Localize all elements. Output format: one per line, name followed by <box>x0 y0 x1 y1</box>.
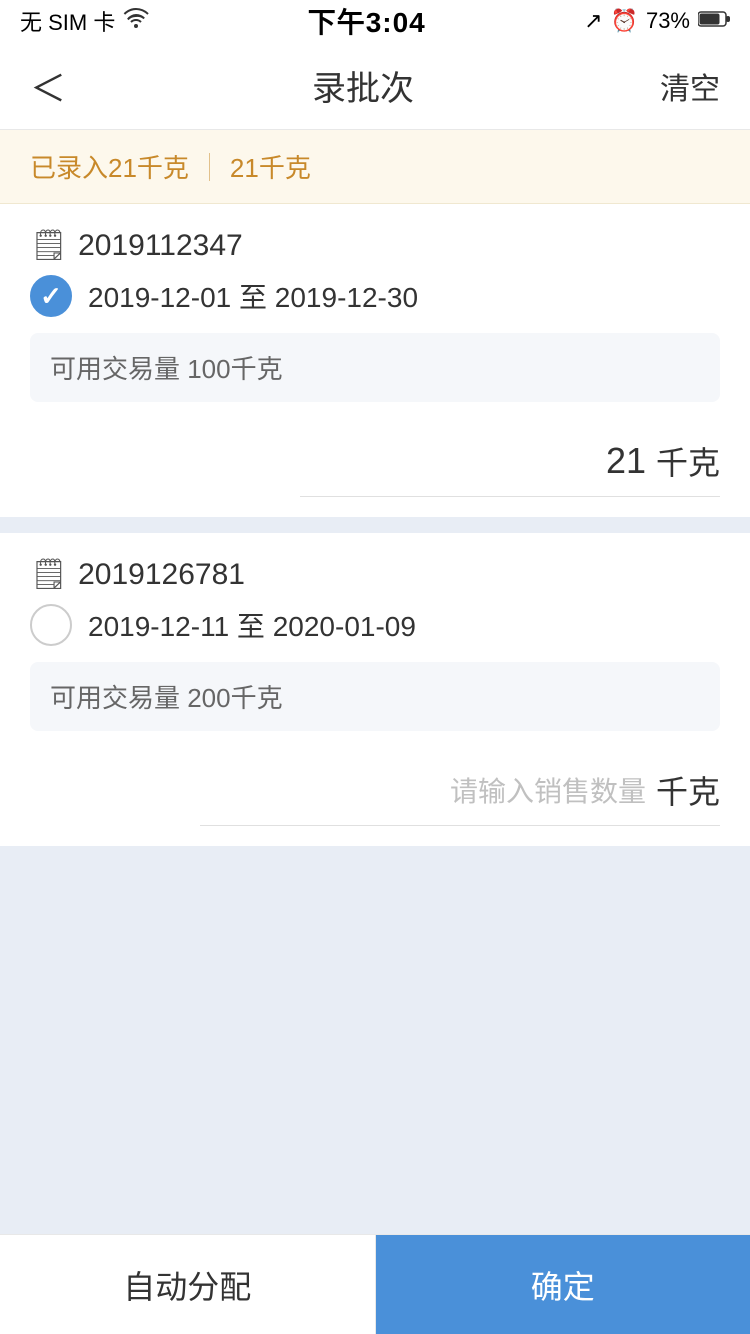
radio-2[interactable] <box>30 604 72 646</box>
auto-distribute-button[interactable]: 自动分配 <box>0 1235 376 1334</box>
batch-card-1: 🗒 2019112347 2019-12-01 至 2019-12-30 可用交… <box>0 204 750 517</box>
batch-date-2: 2019-12-11 至 2020-01-09 <box>88 605 416 645</box>
alarm-icon: ⏰ <box>611 8 638 34</box>
nav-bar: ＜ 录批次 清空 <box>0 42 750 130</box>
status-bar: 无 SIM 卡 下午3:04 ↗ ⏰ 73% <box>0 0 750 42</box>
quantity-value-1: 21 <box>606 440 646 482</box>
quantity-row-1: 21 千克 <box>0 422 750 484</box>
location-icon: ↗ <box>584 8 602 34</box>
batch-date-row-2[interactable]: 2019-12-11 至 2020-01-09 <box>30 604 720 646</box>
status-left: 无 SIM 卡 <box>20 5 149 37</box>
empty-area <box>0 846 750 1286</box>
bottom-bar: 自动分配 确定 <box>0 1234 750 1334</box>
battery-percent: 73% <box>646 8 690 34</box>
recorded-label: 已录入21千克 <box>30 148 189 185</box>
radio-1[interactable] <box>30 275 72 317</box>
card-bottom-space-2 <box>0 826 750 846</box>
batch-id-2: 2019126781 <box>78 558 245 592</box>
input-placeholder-2: 请输入销售数量 <box>450 770 646 810</box>
battery-icon <box>698 8 730 34</box>
section-divider <box>0 517 750 533</box>
batch-card-2: 🗒 2019126781 2019-12-11 至 2020-01-09 可用交… <box>0 533 750 846</box>
batch-id-row-2: 🗒 2019126781 <box>30 557 720 592</box>
recorded-value: 21千克 <box>230 148 311 185</box>
batch-icon-2: 🗒 <box>30 557 68 592</box>
card-bottom-space-1 <box>0 497 750 517</box>
wifi-icon <box>123 8 149 34</box>
batch-icon-1: 🗒 <box>30 228 68 263</box>
batch-date-row-1[interactable]: 2019-12-01 至 2019-12-30 <box>30 275 720 317</box>
batch-available-2: 可用交易量 200千克 <box>30 662 720 731</box>
page-title: 录批次 <box>312 61 414 110</box>
back-button[interactable]: ＜ <box>30 60 66 112</box>
confirm-button[interactable]: 确定 <box>376 1235 750 1334</box>
batch-date-1: 2019-12-01 至 2019-12-30 <box>88 276 418 316</box>
batch-id-row-1: 🗒 2019112347 <box>30 228 720 263</box>
input-row-2: 请输入销售数量 千克 <box>0 751 750 813</box>
batch-available-1: 可用交易量 100千克 <box>30 333 720 402</box>
batch-id-1: 2019112347 <box>78 229 243 263</box>
status-right: ↗ ⏰ 73% <box>584 8 730 34</box>
sim-status: 无 SIM 卡 <box>20 5 115 37</box>
clear-button[interactable]: 清空 <box>660 64 720 108</box>
info-banner: 已录入21千克 21千克 <box>0 130 750 204</box>
input-unit-2: 千克 <box>656 767 720 813</box>
status-time: 下午3:04 <box>308 1 426 41</box>
banner-divider <box>209 153 210 181</box>
quantity-unit-1: 千克 <box>656 438 720 484</box>
